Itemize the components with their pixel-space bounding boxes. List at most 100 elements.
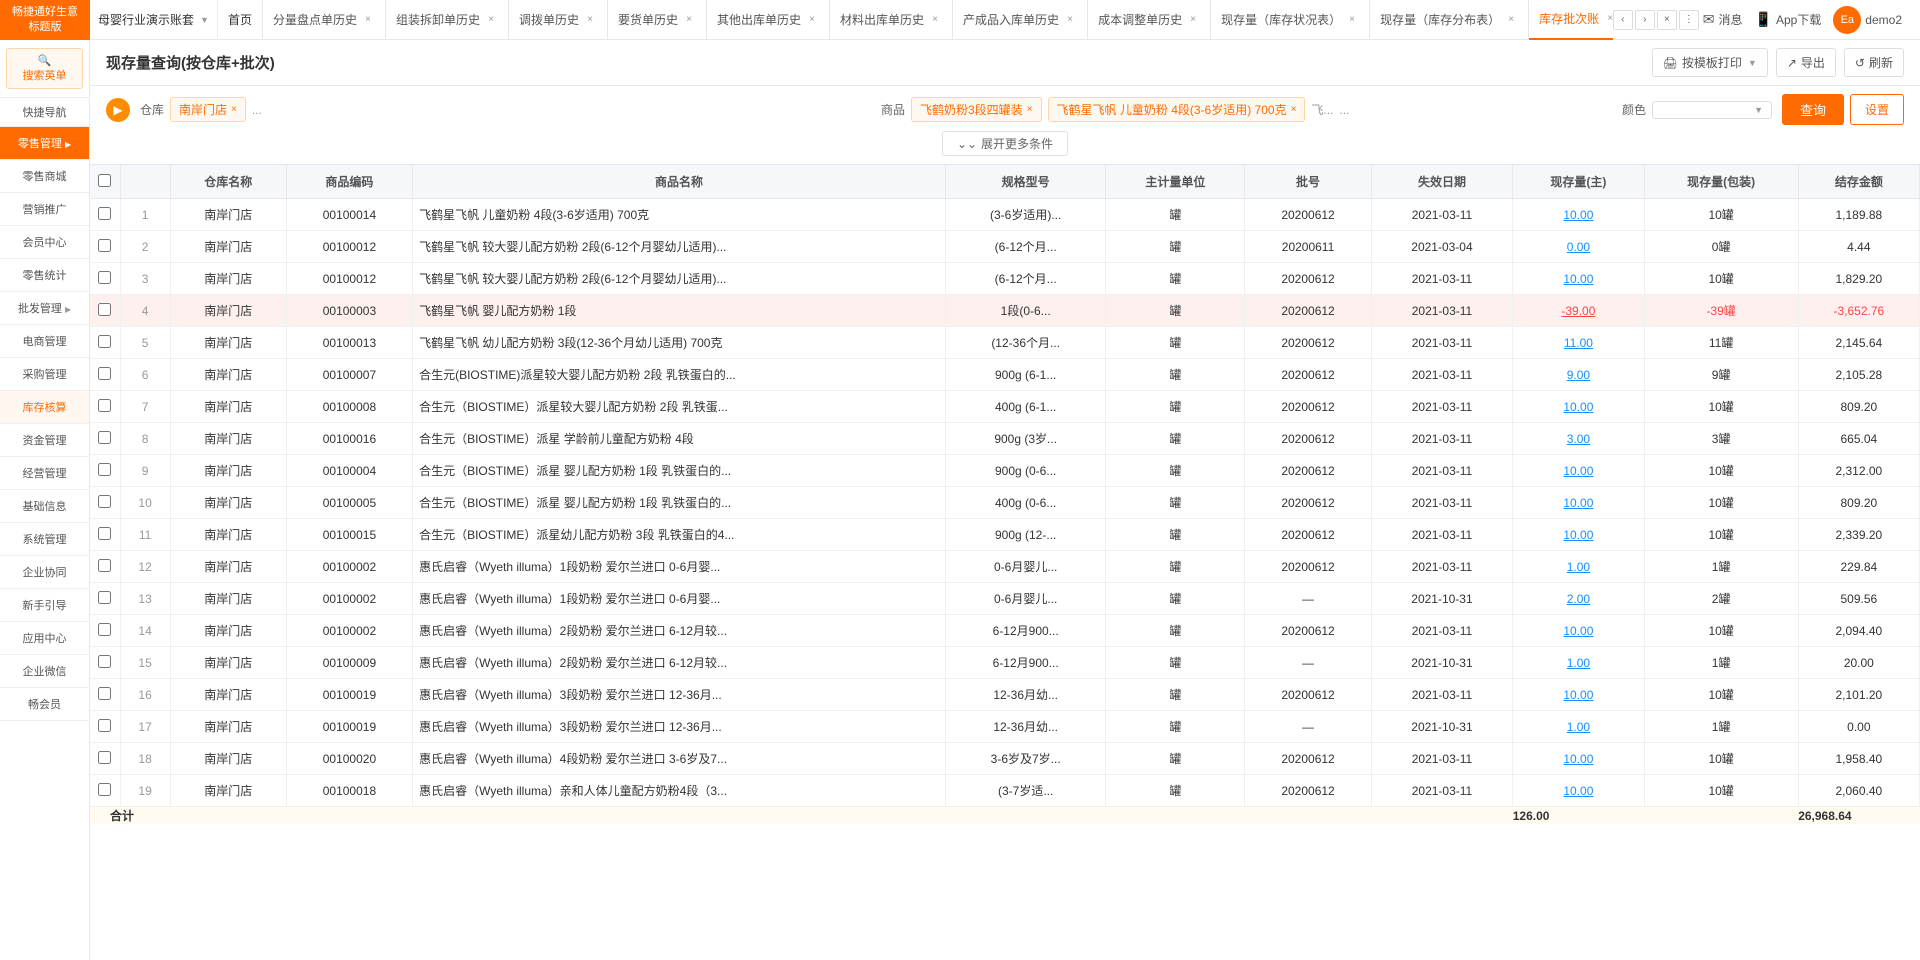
product-filter-tag-2[interactable]: 飞鹤星飞帆 儿童奶粉 4段(3-6岁适用) 700克 × [1048, 97, 1306, 122]
sidebar-item-inventory[interactable]: 库存核算 [0, 391, 89, 424]
row-stock-main[interactable]: 10.00 [1513, 679, 1644, 711]
sidebar-item-marketing[interactable]: 营销推广 [0, 193, 89, 226]
tab-stock-status[interactable]: 现存量（库存状况表） × [1211, 0, 1370, 40]
tab-close-icon[interactable]: × [805, 13, 819, 27]
row-stock-main[interactable]: 1.00 [1513, 551, 1644, 583]
tab-request-history[interactable]: 要货单历史 × [608, 0, 707, 40]
quick-nav-btn[interactable]: 快捷导航 [0, 98, 89, 127]
row-checkbox[interactable] [98, 271, 111, 284]
tab-next-btn[interactable]: › [1635, 10, 1655, 30]
setting-btn[interactable]: 设置 [1850, 94, 1904, 125]
sidebar-item-wholesale[interactable]: 批发管理 ▶ [0, 292, 89, 325]
row-checkbox[interactable] [98, 527, 111, 540]
row-stock-main[interactable]: 1.00 [1513, 647, 1644, 679]
row-stock-main[interactable]: 0.00 [1513, 231, 1644, 263]
row-checkbox[interactable] [98, 719, 111, 732]
sidebar-item-guide[interactable]: 新手引导 [0, 589, 89, 622]
row-checkbox[interactable] [98, 495, 111, 508]
remove-product-tag-2-btn[interactable]: × [1291, 104, 1297, 115]
row-checkbox[interactable] [98, 559, 111, 572]
tab-menu-btn[interactable]: ⋮ [1679, 10, 1699, 30]
tab-split-history[interactable]: 分量盘点单历史 × [263, 0, 386, 40]
tab-home[interactable]: 首页 [218, 0, 263, 40]
tab-close-icon[interactable]: × [1345, 13, 1359, 27]
row-checkbox[interactable] [98, 655, 111, 668]
row-stock-main[interactable]: 10.00 [1513, 519, 1644, 551]
sidebar-item-ecommerce[interactable]: 电商管理 [0, 325, 89, 358]
tab-prev-btn[interactable]: ‹ [1613, 10, 1633, 30]
sidebar-item-system[interactable]: 系统管理 [0, 523, 89, 556]
product-filter-tag-1[interactable]: 飞鹤奶粉3段四罐装 × [911, 97, 1042, 122]
row-stock-main[interactable]: 11.00 [1513, 327, 1644, 359]
app-download-btn[interactable]: 📱 App下载 [1755, 11, 1822, 28]
row-checkbox[interactable] [98, 335, 111, 348]
tab-mix-history[interactable]: 调拨单历史 × [509, 0, 608, 40]
tab-cost-adjust-history[interactable]: 成本调整单历史 × [1088, 0, 1211, 40]
color-filter-dropdown[interactable]: ▼ [1652, 101, 1772, 119]
select-all-checkbox[interactable] [98, 174, 111, 187]
tab-close-icon[interactable]: × [361, 13, 375, 27]
export-btn[interactable]: ↗ 导出 [1776, 48, 1836, 77]
tab-disassemble-history[interactable]: 组装拆卸单历史 × [386, 0, 509, 40]
row-stock-main[interactable]: 1.00 [1513, 711, 1644, 743]
tab-other-out-history[interactable]: 其他出库单历史 × [707, 0, 830, 40]
tab-stock-dist[interactable]: 现存量（库存分布表） × [1370, 0, 1529, 40]
row-stock-main[interactable]: 10.00 [1513, 455, 1644, 487]
row-stock-main[interactable]: 10.00 [1513, 391, 1644, 423]
row-checkbox[interactable] [98, 431, 111, 444]
row-stock-main[interactable]: 10.00 [1513, 775, 1644, 807]
sidebar-item-enterprise-wechat[interactable]: 企业微信 [0, 655, 89, 688]
expand-filter-btn[interactable]: ▶ [106, 98, 130, 122]
row-stock-main[interactable]: 9.00 [1513, 359, 1644, 391]
sidebar-item-finance[interactable]: 资金管理 [0, 424, 89, 457]
row-checkbox[interactable] [98, 751, 111, 764]
row-stock-main[interactable]: 3.00 [1513, 423, 1644, 455]
sidebar-item-retail-mall[interactable]: 零售商城 [0, 160, 89, 193]
warehouse-filter-tag[interactable]: 南岸门店 × [170, 97, 246, 122]
search-btn[interactable]: 🔍 搜索英单 [6, 48, 83, 89]
row-stock-main[interactable]: 10.00 [1513, 487, 1644, 519]
expand-more-btn[interactable]: ⌄⌄ 展开更多条件 [942, 131, 1068, 156]
account-dropdown[interactable]: 母婴行业演示账套 ▼ [90, 0, 218, 40]
tab-close-icon[interactable]: × [1186, 13, 1200, 27]
row-checkbox[interactable] [98, 367, 111, 380]
sidebar-item-app-center[interactable]: 应用中心 [0, 622, 89, 655]
sidebar-item-enterprise[interactable]: 企业协同 [0, 556, 89, 589]
sidebar-item-retail[interactable]: 零售管理 ▶ [0, 127, 89, 160]
row-stock-main[interactable]: 10.00 [1513, 263, 1644, 295]
row-checkbox[interactable] [98, 463, 111, 476]
sidebar-item-retail-stats[interactable]: 零售统计 [0, 259, 89, 292]
search-btn[interactable]: 查询 [1782, 94, 1844, 125]
refresh-btn[interactable]: ↺ 刷新 [1844, 48, 1904, 77]
row-checkbox[interactable] [98, 783, 111, 796]
tab-close-icon[interactable]: × [1063, 13, 1077, 27]
sidebar-item-purchase[interactable]: 采购管理 [0, 358, 89, 391]
user-area[interactable]: Ea demo2 [1833, 6, 1902, 34]
row-stock-main[interactable]: 2.00 [1513, 583, 1644, 615]
message-btn[interactable]: ✉ 消息 [1703, 11, 1743, 28]
tab-close-icon[interactable]: × [1504, 13, 1518, 27]
tab-material-out-history[interactable]: 材料出库单历史 × [830, 0, 953, 40]
tab-close-icon[interactable]: × [484, 13, 498, 27]
tab-batch-voucher[interactable]: 库存批次账 × [1529, 0, 1613, 40]
row-stock-main[interactable]: -39.00 [1513, 295, 1644, 327]
row-stock-main[interactable]: 10.00 [1513, 743, 1644, 775]
sidebar-item-basic[interactable]: 基础信息 [0, 490, 89, 523]
row-checkbox[interactable] [98, 303, 111, 316]
row-checkbox[interactable] [98, 207, 111, 220]
template-print-btn[interactable]: 🖨 按模板打印 ▼ [1652, 48, 1768, 77]
tab-close-all-btn[interactable]: × [1657, 10, 1677, 30]
tab-close-icon[interactable]: × [583, 13, 597, 27]
row-stock-main[interactable]: 10.00 [1513, 199, 1644, 231]
tab-close-icon[interactable]: × [928, 13, 942, 27]
row-checkbox[interactable] [98, 239, 111, 252]
remove-product-tag-1-btn[interactable]: × [1027, 104, 1033, 115]
sidebar-item-member[interactable]: 会员中心 [0, 226, 89, 259]
tab-product-in-history[interactable]: 产成品入库单历史 × [953, 0, 1088, 40]
row-checkbox[interactable] [98, 623, 111, 636]
sidebar-item-operations[interactable]: 经营管理 [0, 457, 89, 490]
row-stock-main[interactable]: 10.00 [1513, 615, 1644, 647]
row-checkbox[interactable] [98, 687, 111, 700]
remove-warehouse-tag-btn[interactable]: × [231, 104, 237, 115]
row-checkbox[interactable] [98, 591, 111, 604]
